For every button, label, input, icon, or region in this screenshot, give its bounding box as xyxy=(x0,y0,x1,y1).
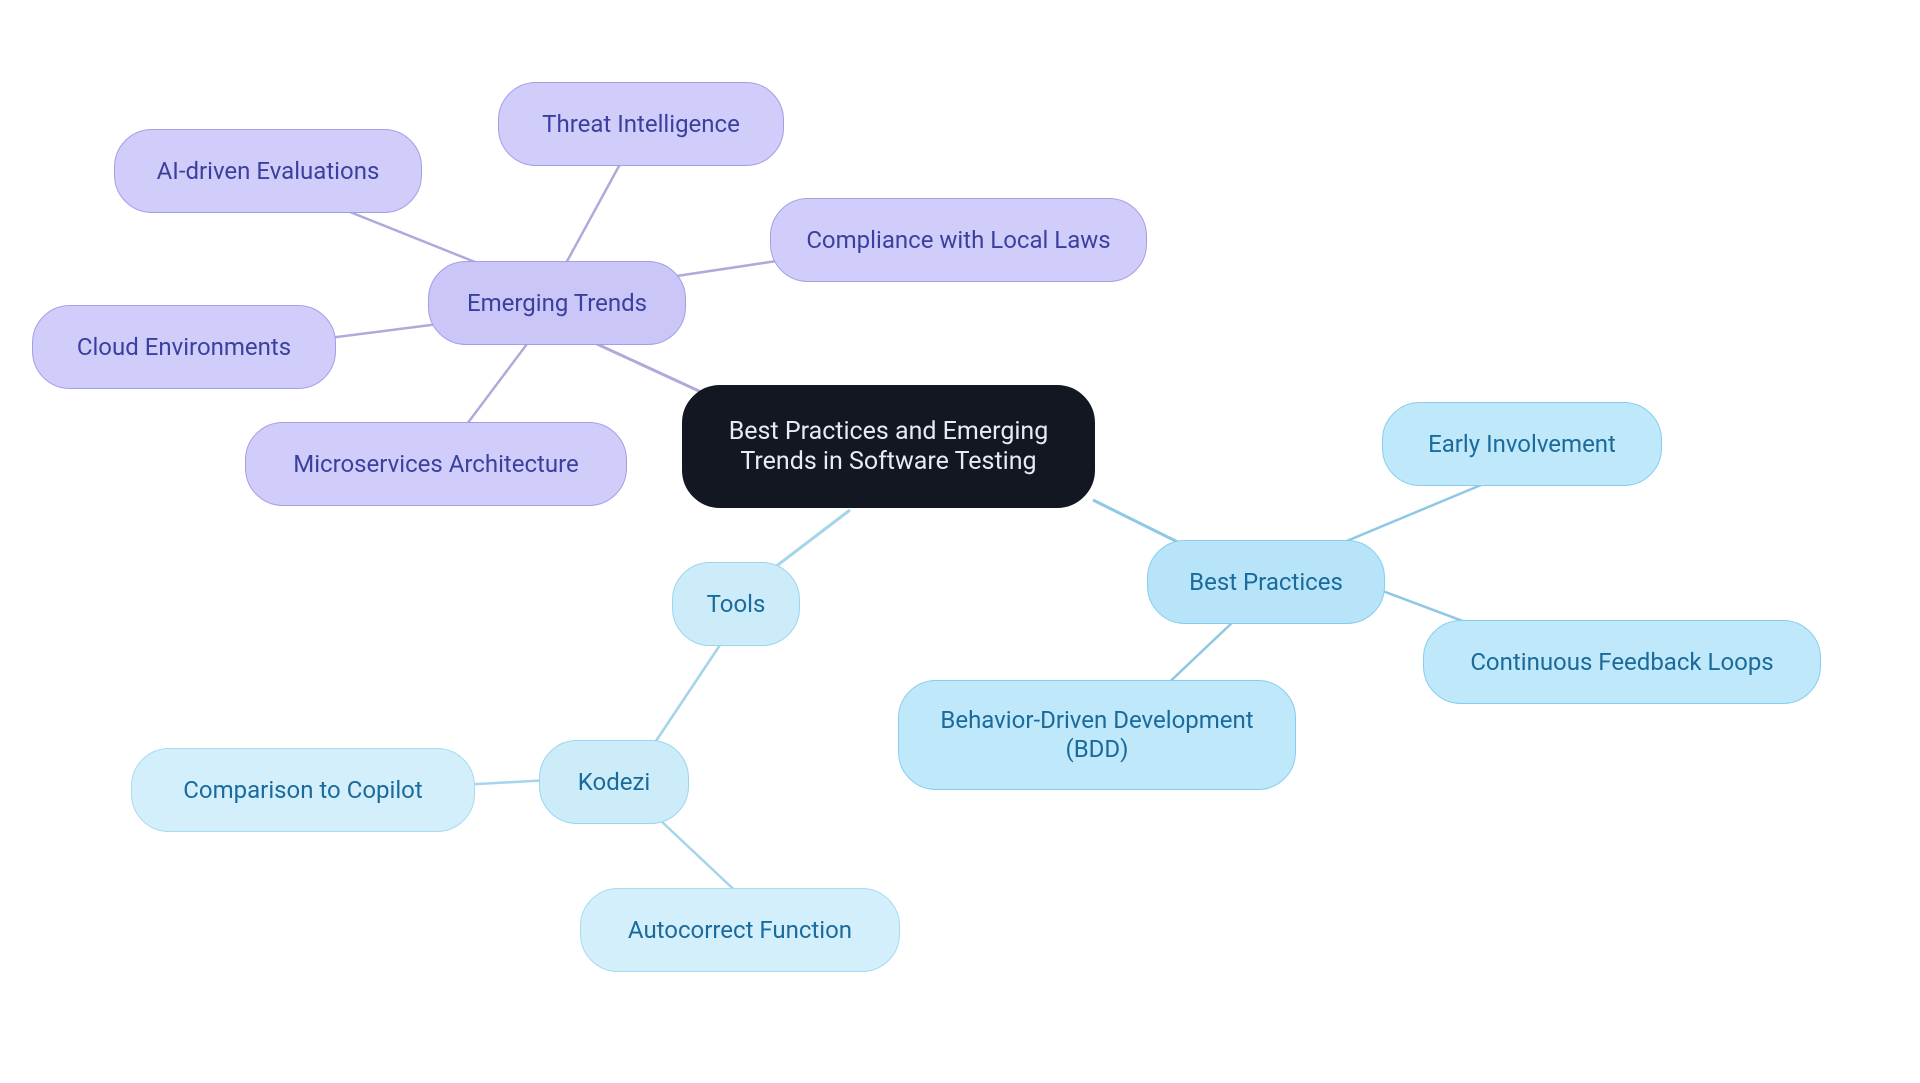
feedback-loops-label: Continuous Feedback Loops xyxy=(1470,648,1773,677)
early-involvement-node: Early Involvement xyxy=(1382,402,1662,486)
bdd-node: Behavior-Driven Development (BDD) xyxy=(898,680,1296,790)
early-involvement-label: Early Involvement xyxy=(1428,430,1616,459)
microservices-label: Microservices Architecture xyxy=(293,450,579,479)
autocorrect-node: Autocorrect Function xyxy=(580,888,900,972)
threat-intelligence-node: Threat Intelligence xyxy=(498,82,784,166)
tools-label: Tools xyxy=(707,590,766,619)
comparison-copilot-node: Comparison to Copilot xyxy=(131,748,475,832)
feedback-loops-node: Continuous Feedback Loops xyxy=(1423,620,1821,704)
compliance-node: Compliance with Local Laws xyxy=(770,198,1147,282)
tools-node: Tools xyxy=(672,562,800,646)
autocorrect-label: Autocorrect Function xyxy=(628,916,852,945)
emerging-trends-label: Emerging Trends xyxy=(467,289,647,318)
compliance-label: Compliance with Local Laws xyxy=(806,226,1110,255)
emerging-trends-node: Emerging Trends xyxy=(428,261,686,345)
kodezi-label: Kodezi xyxy=(578,768,650,797)
central-label: Best Practices and Emerging Trends in So… xyxy=(711,417,1066,477)
best-practices-node: Best Practices xyxy=(1147,540,1385,624)
central-node: Best Practices and Emerging Trends in So… xyxy=(682,385,1095,508)
best-practices-label: Best Practices xyxy=(1189,568,1343,597)
comparison-copilot-label: Comparison to Copilot xyxy=(183,776,422,805)
cloud-environments-node: Cloud Environments xyxy=(32,305,336,389)
mindmap-canvas: Best Practices and Emerging Trends in So… xyxy=(0,0,1920,1083)
threat-intelligence-label: Threat Intelligence xyxy=(542,110,740,139)
bdd-label: Behavior-Driven Development (BDD) xyxy=(927,706,1267,764)
ai-evaluations-label: AI-driven Evaluations xyxy=(157,157,380,186)
kodezi-node: Kodezi xyxy=(539,740,689,824)
ai-evaluations-node: AI-driven Evaluations xyxy=(114,129,422,213)
cloud-environments-label: Cloud Environments xyxy=(77,333,291,362)
microservices-node: Microservices Architecture xyxy=(245,422,627,506)
